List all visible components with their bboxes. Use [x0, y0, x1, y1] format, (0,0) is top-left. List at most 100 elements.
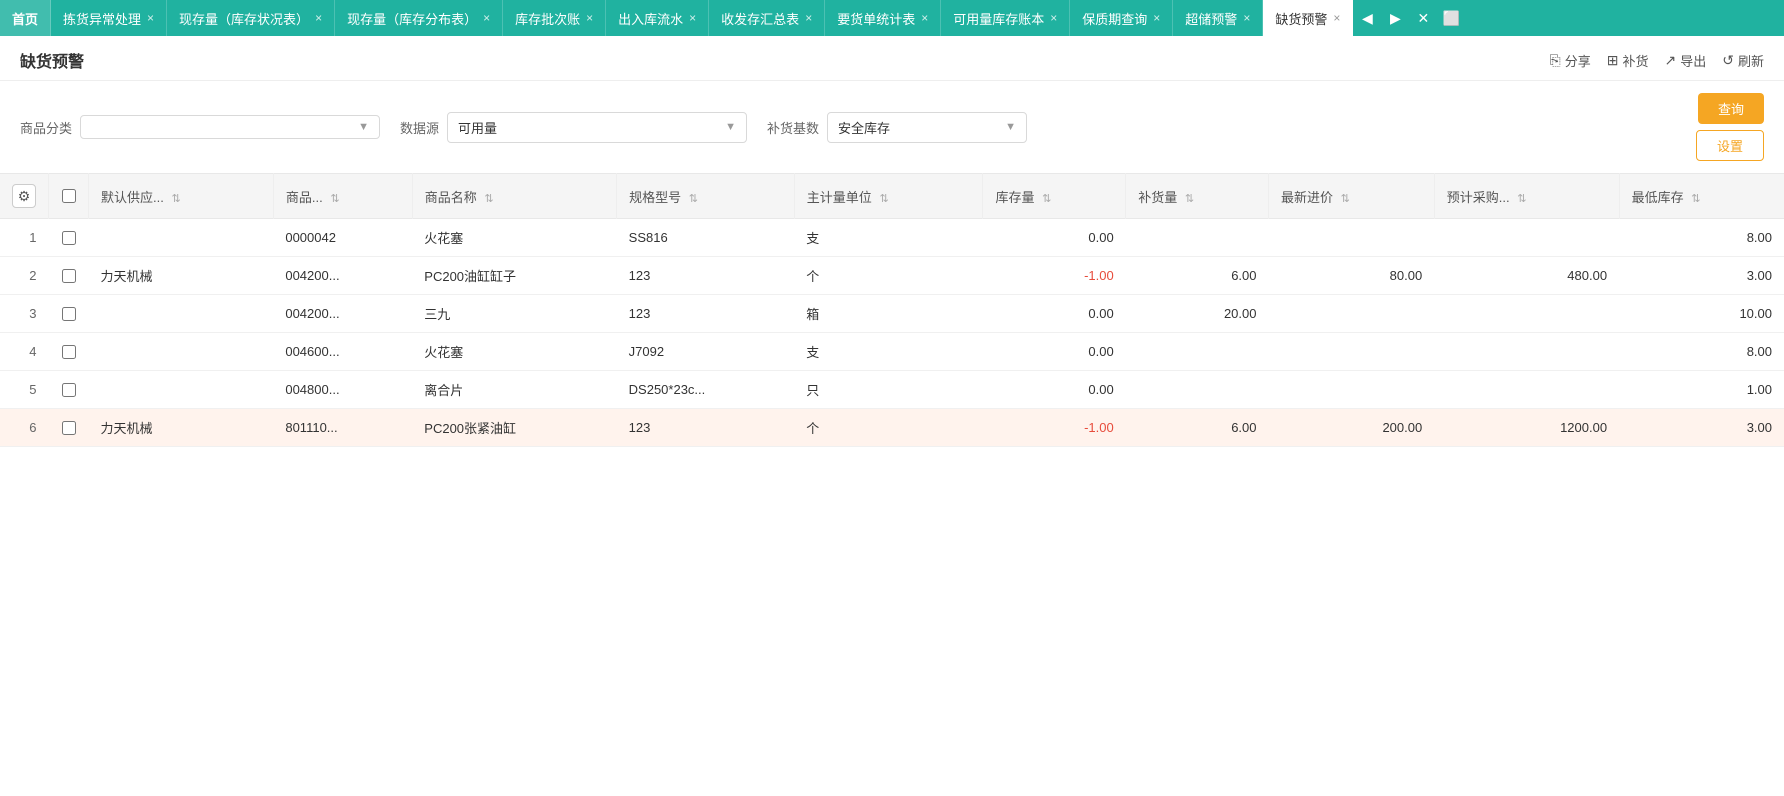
tab-order-stat-close[interactable]: ×	[921, 11, 928, 25]
tab-avail-ledger[interactable]: 可用量库存账本 ×	[941, 0, 1070, 36]
td-est-purchase	[1434, 333, 1619, 371]
td-est-purchase	[1434, 219, 1619, 257]
filter-buttons: 查询 设置	[1696, 93, 1764, 161]
tab-close-window-btn[interactable]: ✕	[1409, 0, 1437, 36]
th-stock[interactable]: 库存量 ⇅	[983, 174, 1126, 219]
tab-maximize-btn[interactable]: ⬜	[1437, 0, 1465, 36]
datasource-select[interactable]: 可用量 ▼	[447, 112, 747, 143]
th-name-sort-icon: ⇅	[484, 193, 493, 205]
tab-order-stat[interactable]: 要货单统计表 ×	[825, 0, 941, 36]
tab-stock-status[interactable]: 现存量（库存状况表） ×	[167, 0, 335, 36]
th-supplier[interactable]: 默认供应... ⇅	[89, 174, 274, 219]
tab-recv-summary-close[interactable]: ×	[805, 11, 812, 25]
td-code: 0000042	[273, 219, 412, 257]
th-unit[interactable]: 主计量单位 ⇅	[794, 174, 983, 219]
tab-overstock-close[interactable]: ×	[1243, 11, 1250, 25]
tab-batch-account[interactable]: 库存批次账 ×	[503, 0, 606, 36]
td-checkbox[interactable]	[49, 219, 89, 257]
tab-shortage-label: 缺货预警	[1275, 9, 1327, 28]
settings-button[interactable]: 设置	[1696, 130, 1764, 161]
th-min-stock[interactable]: 最低库存 ⇅	[1619, 174, 1784, 219]
category-label: 商品分类	[20, 118, 72, 137]
main-content: 缺货预警 ⎘ 分享 ⊞ 补货 ↗ 导出 ↺ 刷新 商品分类	[0, 36, 1784, 796]
td-min-stock: 3.00	[1619, 257, 1784, 295]
tab-home[interactable]: 首页	[0, 0, 51, 36]
th-supplier-sort-icon: ⇅	[171, 193, 180, 205]
row-checkbox[interactable]	[62, 307, 76, 321]
table-row: 6 力天机械 801110... PC200张紧油缸 123 个 -1.00 6…	[0, 409, 1784, 447]
td-stock: 0.00	[983, 371, 1126, 409]
th-settings[interactable]: ⚙	[0, 174, 49, 219]
tab-shortage-close[interactable]: ×	[1333, 11, 1340, 25]
th-latest-price[interactable]: 最新进价 ⇅	[1269, 174, 1435, 219]
tab-recv-summary[interactable]: 收发存汇总表 ×	[709, 0, 825, 36]
td-row-num: 6	[0, 409, 49, 447]
export-action[interactable]: ↗ 导出	[1665, 51, 1707, 70]
export-icon: ↗	[1665, 52, 1677, 69]
td-supplier	[89, 371, 274, 409]
th-code[interactable]: 商品... ⇅	[273, 174, 412, 219]
replenish-base-chevron-icon: ▼	[1005, 121, 1016, 133]
tab-next-btn[interactable]: ▶	[1381, 0, 1409, 36]
tab-batch-account-close[interactable]: ×	[586, 11, 593, 25]
td-checkbox[interactable]	[49, 409, 89, 447]
td-supplier	[89, 333, 274, 371]
share-action[interactable]: ⎘ 分享	[1550, 51, 1591, 70]
td-replenish: 6.00	[1126, 257, 1269, 295]
td-spec: 123	[617, 295, 795, 333]
tab-expiry-query[interactable]: 保质期查询 ×	[1070, 0, 1173, 36]
replenish-action[interactable]: ⊞ 补货	[1607, 51, 1649, 70]
tab-overstock[interactable]: 超储预警 ×	[1173, 0, 1263, 36]
td-row-num: 4	[0, 333, 49, 371]
tab-inout-flow[interactable]: 出入库流水 ×	[606, 0, 709, 36]
td-checkbox[interactable]	[49, 371, 89, 409]
td-checkbox[interactable]	[49, 295, 89, 333]
tab-exception-label: 拣货异常处理	[63, 9, 141, 28]
row-checkbox[interactable]	[62, 421, 76, 435]
row-checkbox[interactable]	[62, 345, 76, 359]
tab-expiry-query-close[interactable]: ×	[1153, 11, 1160, 25]
td-row-num: 3	[0, 295, 49, 333]
th-name[interactable]: 商品名称 ⇅	[412, 174, 616, 219]
tab-prev-btn[interactable]: ◀	[1353, 0, 1381, 36]
refresh-label: 刷新	[1738, 51, 1764, 70]
td-row-num: 2	[0, 257, 49, 295]
select-all-checkbox[interactable]	[62, 189, 76, 203]
tab-exception[interactable]: 拣货异常处理 ×	[51, 0, 167, 36]
tab-avail-ledger-close[interactable]: ×	[1050, 11, 1057, 25]
td-est-purchase	[1434, 295, 1619, 333]
row-checkbox[interactable]	[62, 269, 76, 283]
th-stock-label: 库存量	[995, 190, 1034, 205]
td-replenish: 20.00	[1126, 295, 1269, 333]
th-supplier-label: 默认供应...	[101, 190, 164, 205]
row-checkbox[interactable]	[62, 231, 76, 245]
column-settings-btn[interactable]: ⚙	[12, 184, 36, 208]
tab-shortage[interactable]: 缺货预警 ×	[1263, 0, 1353, 36]
td-supplier: 力天机械	[89, 257, 274, 295]
td-replenish	[1126, 219, 1269, 257]
td-code: 004800...	[273, 371, 412, 409]
tab-exception-close[interactable]: ×	[147, 11, 154, 25]
th-replenish[interactable]: 补货量 ⇅	[1126, 174, 1269, 219]
td-code: 004200...	[273, 295, 412, 333]
td-checkbox[interactable]	[49, 257, 89, 295]
td-stock: -1.00	[983, 409, 1126, 447]
th-replenish-label: 补货量	[1138, 190, 1177, 205]
th-spec[interactable]: 规格型号 ⇅	[617, 174, 795, 219]
tab-stock-dist[interactable]: 现存量（库存分布表） ×	[335, 0, 503, 36]
tab-inout-flow-close[interactable]: ×	[689, 11, 696, 25]
td-name: PC200油缸缸子	[412, 257, 616, 295]
refresh-action[interactable]: ↺ 刷新	[1722, 51, 1764, 70]
tab-stock-dist-close[interactable]: ×	[483, 11, 490, 25]
category-select[interactable]: ▼	[80, 115, 380, 139]
row-checkbox[interactable]	[62, 383, 76, 397]
share-label: 分享	[1565, 51, 1591, 70]
tab-avail-ledger-label: 可用量库存账本	[953, 9, 1044, 28]
replenish-base-select[interactable]: 安全库存 ▼	[827, 112, 1027, 143]
td-name: PC200张紧油缸	[412, 409, 616, 447]
tab-stock-status-close[interactable]: ×	[315, 11, 322, 25]
query-button[interactable]: 查询	[1698, 93, 1764, 124]
td-checkbox[interactable]	[49, 333, 89, 371]
th-est-purchase[interactable]: 预计采购... ⇅	[1434, 174, 1619, 219]
td-name: 火花塞	[412, 219, 616, 257]
